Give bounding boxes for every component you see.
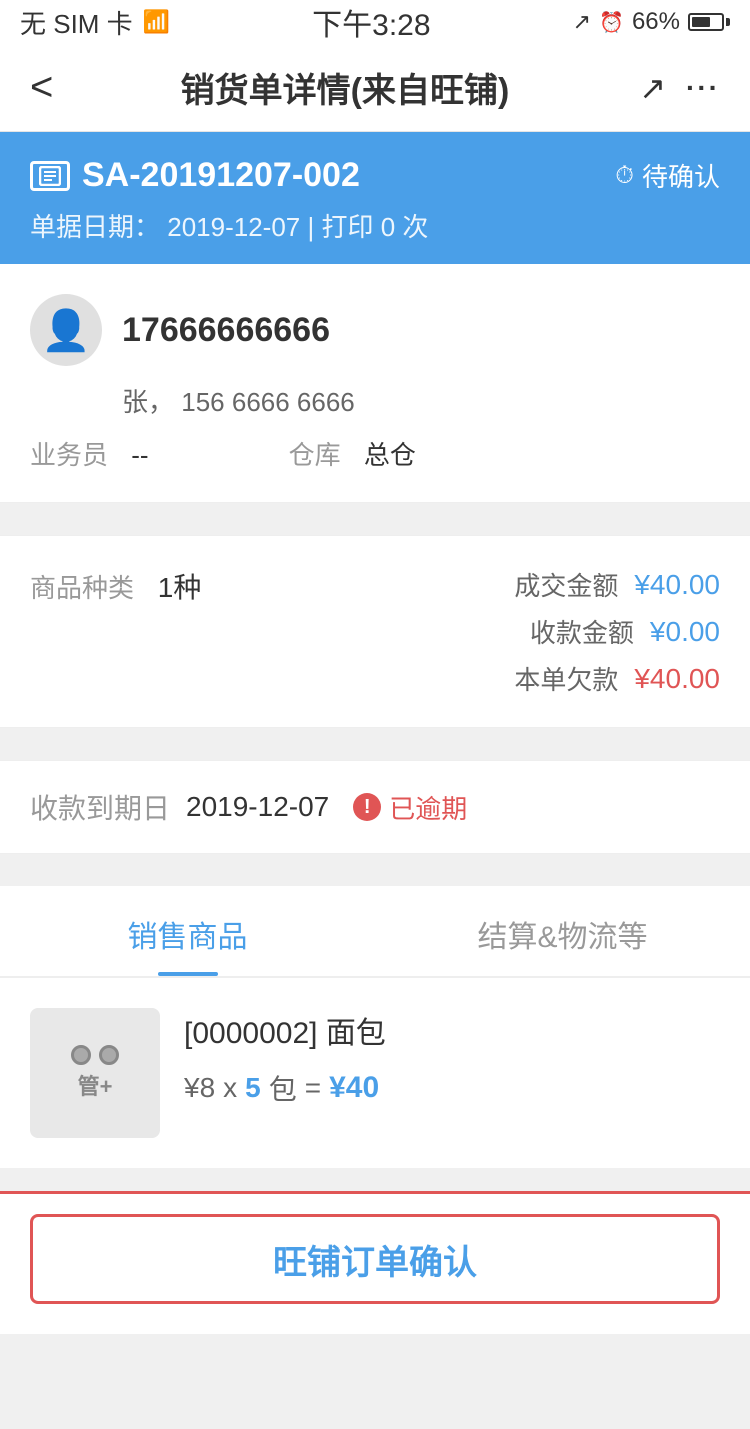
owl-text: 管+ xyxy=(78,1069,113,1101)
order-id: SA-20191207-002 xyxy=(30,156,360,195)
product-code: [0000002] xyxy=(184,1017,317,1050)
bottom-bar: 旺铺订单确认 xyxy=(0,1191,750,1334)
customer-card: 👤 17666666666 张， 156 6666 6666 业务员 -- 仓库… xyxy=(0,264,750,503)
product-title: 面包 xyxy=(326,1017,386,1050)
confirm-order-button[interactable]: 旺铺订单确认 xyxy=(30,1214,720,1304)
collected-value: ¥0.00 xyxy=(650,616,720,648)
overdue-badge: ! 已逾期 xyxy=(353,789,467,826)
tab-sales-products[interactable]: 销售商品 xyxy=(0,886,375,976)
divider-2 xyxy=(0,728,750,744)
owed-label: 本单欠款 xyxy=(514,660,618,697)
divider-1 xyxy=(0,503,750,519)
more-icon[interactable]: ··· xyxy=(686,72,720,104)
unit-price: ¥8 xyxy=(184,1072,215,1104)
owl-eyes xyxy=(71,1045,119,1065)
date-label: 单据日期： xyxy=(30,212,160,242)
order-date-row: 单据日期： 2019-12-07 | 打印 0 次 xyxy=(30,207,720,244)
status-bar: 无 SIM 卡 📶 下午3:28 ↗ ⏰ 66% xyxy=(0,0,750,44)
status-text: 待确认 xyxy=(642,157,720,194)
battery-percent: 66% xyxy=(632,8,680,36)
tabs-bar: 销售商品 结算&物流等 xyxy=(0,886,750,978)
amount-label: 成交金额 xyxy=(514,566,618,603)
status-right: ↗ ⏰ 66% xyxy=(573,8,730,36)
customer-phone: 17666666666 xyxy=(122,311,330,350)
product-qty: 5 xyxy=(245,1072,261,1104)
collected-label: 收款金额 xyxy=(530,613,634,650)
order-header-banner: SA-20191207-002 ⏱ 待确认 单据日期： 2019-12-07 |… xyxy=(0,132,750,264)
warehouse-value: 总仓 xyxy=(364,440,416,470)
doc-icon xyxy=(30,161,70,191)
sales-meta: 业务员 -- xyxy=(30,435,149,472)
banner-id-row: SA-20191207-002 ⏱ 待确认 xyxy=(30,156,720,195)
summary-left: 商品种类 1种 xyxy=(30,566,201,606)
time-display: 下午3:28 xyxy=(312,0,430,44)
nav-bar: < 销货单详情(来自旺铺) ↗︎ ··· xyxy=(0,44,750,132)
owed-row: 本单欠款 ¥40.00 xyxy=(514,660,720,697)
share-icon[interactable]: ↗︎ xyxy=(639,69,666,107)
product-price: ¥8 x 5 包 = ¥40 xyxy=(184,1068,720,1108)
sales-label: 业务员 xyxy=(30,440,108,470)
overdue-icon: ! xyxy=(353,793,381,821)
owl-eye-left xyxy=(71,1045,91,1065)
product-unit: 包 xyxy=(269,1068,297,1108)
warehouse-label: 仓库 xyxy=(289,440,341,470)
customer-row: 👤 17666666666 xyxy=(30,294,720,366)
print-count: 0 xyxy=(381,212,395,242)
print-unit: 次 xyxy=(402,212,428,242)
summary-row: 商品种类 1种 成交金额 ¥40.00 收款金额 ¥0.00 本单欠款 ¥40.… xyxy=(30,566,720,697)
amount-row: 成交金额 ¥40.00 xyxy=(514,566,720,603)
amount-value: ¥40.00 xyxy=(634,569,720,601)
product-thumbnail: 管+ xyxy=(30,1008,160,1138)
order-date: 2019-12-07 xyxy=(167,212,300,242)
print-label: 打印 xyxy=(321,212,373,242)
summary-card: 商品种类 1种 成交金额 ¥40.00 收款金额 ¥0.00 本单欠款 ¥40.… xyxy=(0,535,750,728)
sales-value: -- xyxy=(131,440,148,470)
avatar-icon: 👤 xyxy=(41,307,91,354)
equals-sign: = xyxy=(305,1072,321,1104)
order-status: ⏱ 待确认 xyxy=(615,157,720,194)
order-id-text: SA-20191207-002 xyxy=(82,156,360,195)
summary-right: 成交金额 ¥40.00 收款金额 ¥0.00 本单欠款 ¥40.00 xyxy=(514,566,720,697)
back-button[interactable]: < xyxy=(30,65,90,110)
nav-actions: ↗︎ ··· xyxy=(600,69,720,107)
product-thumb-inner: 管+ xyxy=(30,1008,160,1138)
customer-name: 张， xyxy=(122,387,174,417)
avatar: 👤 xyxy=(30,294,102,366)
battery-icon xyxy=(688,13,730,31)
product-name: [0000002] 面包 xyxy=(184,1008,720,1052)
divider-3 xyxy=(0,854,750,870)
due-label: 收款到期日 xyxy=(30,787,170,827)
clock-icon: ⏱ xyxy=(615,162,634,190)
page-title: 销货单详情(来自旺铺) xyxy=(90,63,600,112)
collected-row: 收款金额 ¥0.00 xyxy=(530,613,720,650)
tab-settlement[interactable]: 结算&物流等 xyxy=(375,886,750,976)
owl-eye-right xyxy=(99,1045,119,1065)
location-icon: ↗ xyxy=(573,9,591,35)
type-count: 1种 xyxy=(158,572,202,603)
due-value: 2019-12-07 xyxy=(186,791,329,823)
carrier-text: 无 SIM 卡 xyxy=(20,4,133,41)
customer-meta: 业务员 -- 仓库 总仓 xyxy=(30,435,720,472)
owed-value: ¥40.00 xyxy=(634,663,720,695)
overdue-text: 已逾期 xyxy=(389,789,467,826)
status-left: 无 SIM 卡 📶 xyxy=(20,4,170,41)
wifi-icon: 📶 xyxy=(143,9,170,35)
customer-alt-phone: 156 6666 6666 xyxy=(181,387,355,417)
type-label: 商品种类 xyxy=(30,573,134,603)
warehouse-meta: 仓库 总仓 xyxy=(289,435,416,472)
product-item: 管+ [0000002] 面包 ¥8 x 5 包 = ¥40 xyxy=(0,978,750,1169)
alarm-icon: ⏰ xyxy=(599,10,624,35)
customer-sub-info: 张， 156 6666 6666 xyxy=(30,382,720,419)
due-date-card: 收款到期日 2019-12-07 ! 已逾期 xyxy=(0,760,750,854)
brand-logo: 管+ xyxy=(71,1045,119,1101)
product-info: [0000002] 面包 ¥8 x 5 包 = ¥40 xyxy=(184,1008,720,1108)
product-total: ¥40 xyxy=(329,1071,379,1105)
product-list: 管+ [0000002] 面包 ¥8 x 5 包 = ¥40 xyxy=(0,978,750,1169)
multiply-sign: x xyxy=(223,1072,237,1104)
